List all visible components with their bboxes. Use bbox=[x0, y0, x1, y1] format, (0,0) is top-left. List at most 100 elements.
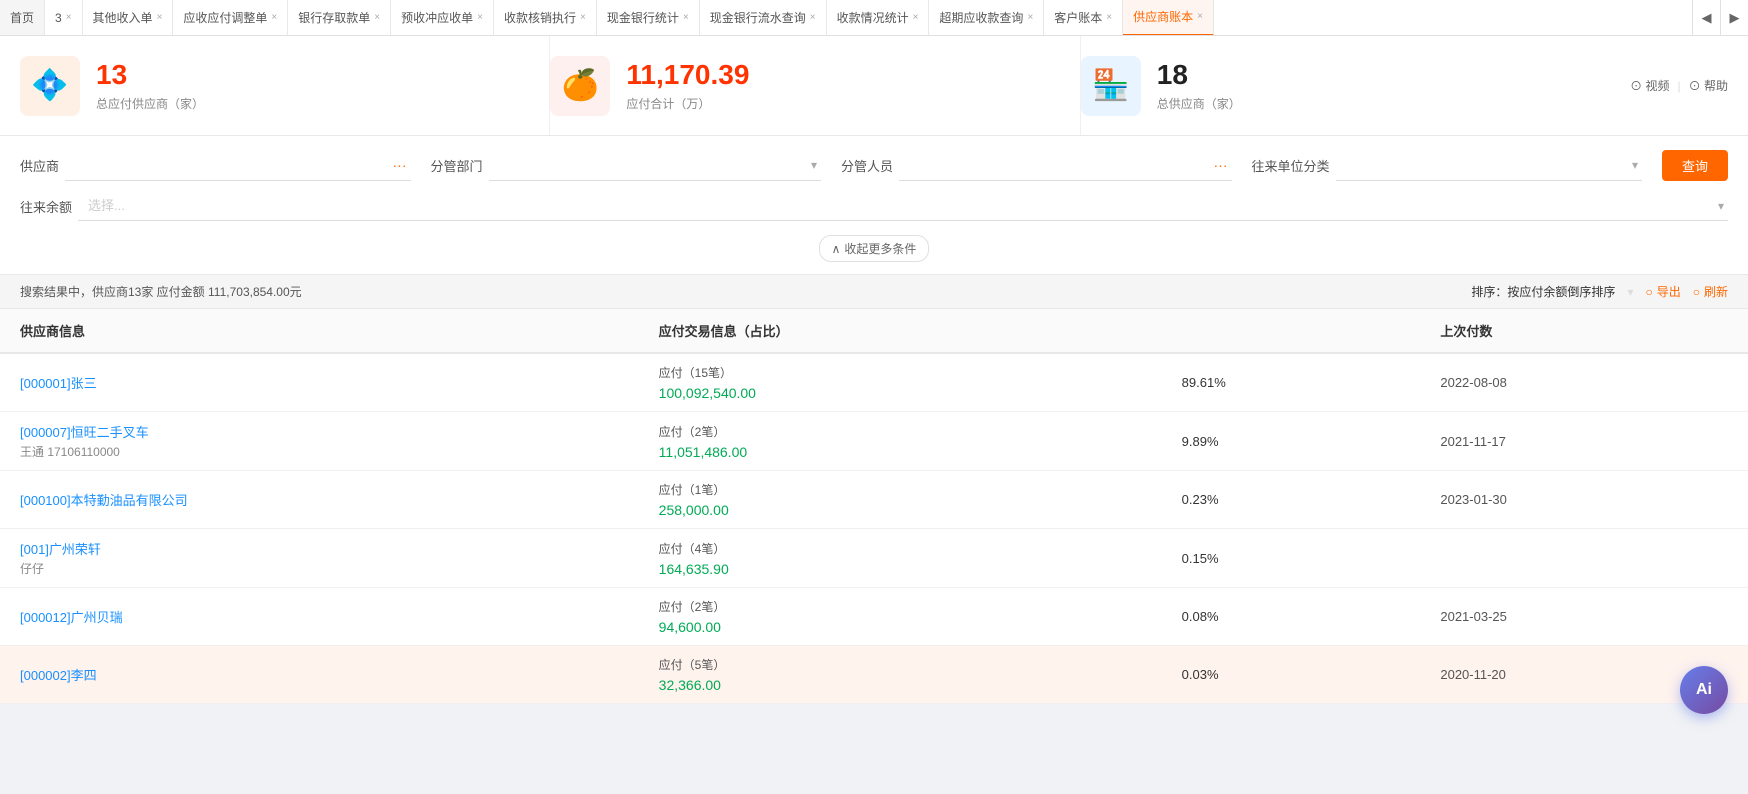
filter-row-2: 往来余额 ▾ bbox=[20, 191, 1728, 221]
result-bar: 搜索结果中，供应商13家 应付金额 111,703,854.00元 排序：按应付… bbox=[0, 275, 1748, 309]
balance-arrow-icon[interactable]: ▾ bbox=[1718, 199, 1724, 213]
balance-input[interactable] bbox=[82, 191, 1718, 221]
supplier-link-4[interactable]: [000012]广州贝瑞 bbox=[20, 610, 123, 625]
close-tab-other-income[interactable]: × bbox=[157, 12, 163, 23]
supplier-filter: 供应商 ··· bbox=[20, 151, 411, 181]
nav-tab-overdue-ar[interactable]: 超期应收款查询× bbox=[929, 0, 1044, 36]
amount-link-5[interactable]: 32,366.00 bbox=[659, 677, 1142, 693]
supplier-dots-btn[interactable]: ··· bbox=[393, 157, 407, 173]
summary-number-0: 13 bbox=[96, 59, 204, 91]
collapse-icon: ∧ bbox=[832, 242, 841, 256]
person-dots-btn[interactable]: ··· bbox=[1214, 157, 1228, 173]
supplier-label: 供应商 bbox=[20, 156, 59, 175]
nav-tab-home[interactable]: 首页 bbox=[0, 0, 45, 36]
tx-label-5: 应付（5笔） bbox=[659, 656, 1142, 673]
nav-tab-other-income[interactable]: 其他收入单× bbox=[83, 0, 174, 36]
amount-link-3[interactable]: 164,635.90 bbox=[659, 561, 1142, 577]
supplier-link-2[interactable]: [000100]本特勤油品有限公司 bbox=[20, 493, 188, 508]
nav-tab-cash-bank-stat[interactable]: 现金银行统计× bbox=[597, 0, 700, 36]
supplier-sub-3: 仔仔 bbox=[20, 560, 619, 577]
summary-label-0: 总应付供应商（家） bbox=[96, 95, 204, 112]
supplier-link-3[interactable]: [001]广州荣轩 bbox=[20, 542, 101, 557]
supplier-input-wrapper: ··· bbox=[65, 151, 410, 181]
table-body: [000001]张三应付（15笔）100,092,540.0089.61%202… bbox=[0, 353, 1748, 704]
close-tab-cash-bank-stat[interactable]: × bbox=[683, 12, 689, 23]
collapse-button[interactable]: ∧ 收起更多条件 bbox=[819, 235, 930, 262]
tx-label-1: 应付（2笔） bbox=[659, 423, 1142, 440]
amount-link-1[interactable]: 11,051,486.00 bbox=[659, 444, 1142, 460]
percentage-cell-1: 9.89% bbox=[1162, 412, 1421, 471]
last-payment-cell-2: 2023-01-30 bbox=[1420, 471, 1748, 529]
col-last-payment: 上次付数 bbox=[1420, 309, 1748, 353]
summary-item-1: 🍊11,170.39应付合计（万） bbox=[550, 36, 1080, 135]
tx-label-0: 应付（15笔） bbox=[659, 364, 1142, 381]
query-button[interactable]: 查询 bbox=[1662, 150, 1728, 181]
table-row: [000001]张三应付（15笔）100,092,540.0089.61%202… bbox=[0, 353, 1748, 412]
nav-tab-customer-ledger[interactable]: 客户账本× bbox=[1044, 0, 1123, 36]
supplier-link-0[interactable]: [000001]张三 bbox=[20, 376, 97, 391]
export-button[interactable]: ○ 导出 bbox=[1645, 283, 1680, 300]
close-tab-bank-deposit[interactable]: × bbox=[374, 12, 380, 23]
transaction-cell-2: 应付（1笔）258,000.00 bbox=[639, 471, 1162, 529]
nav-tab-pre-receive[interactable]: 预收冲应收单× bbox=[391, 0, 494, 36]
close-tab-overdue-ar[interactable]: × bbox=[1027, 12, 1033, 23]
supplier-cell-3: [001]广州荣轩仔仔 bbox=[0, 529, 639, 588]
refresh-icon: ○ bbox=[1693, 285, 1700, 299]
balance-input-wrapper: ▾ bbox=[78, 191, 1728, 221]
help-link[interactable]: ⊙ 帮助 bbox=[1689, 77, 1728, 94]
transaction-cell-1: 应付（2笔） 11,051,486.00 bbox=[639, 412, 1162, 471]
summary-icon-2: 🏪 bbox=[1081, 56, 1141, 116]
top-right-links: ⊙ 视频 | ⊙ 帮助 bbox=[1610, 36, 1728, 135]
close-tab-supplier-ledger[interactable]: × bbox=[1197, 11, 1203, 22]
amount-link-2[interactable]: 258,000.00 bbox=[659, 502, 1142, 518]
amount-link-0[interactable]: 100,092,540.00 bbox=[659, 385, 1142, 401]
dept-input[interactable] bbox=[493, 150, 811, 180]
close-tab-collection-verify[interactable]: × bbox=[580, 12, 586, 23]
close-tab-customer-ledger[interactable]: × bbox=[1106, 12, 1112, 23]
nav-tab-collection-verify[interactable]: 收款核销执行× bbox=[494, 0, 597, 36]
nav-tab-cash-bank-flow[interactable]: 现金银行流水查询× bbox=[700, 0, 827, 36]
close-tab-tab3[interactable]: × bbox=[66, 12, 72, 23]
close-tab-pre-receive[interactable]: × bbox=[477, 12, 483, 23]
nav-tab-tab3[interactable]: 3× bbox=[45, 0, 83, 36]
close-tab-ar-ap-adjust[interactable]: × bbox=[271, 12, 277, 23]
person-input[interactable] bbox=[903, 150, 1213, 180]
close-tab-collection-stat[interactable]: × bbox=[913, 12, 919, 23]
amount-link-4[interactable]: 94,600.00 bbox=[659, 619, 1142, 635]
percentage-cell-3: 0.15% bbox=[1162, 529, 1421, 588]
summary-bar: 💠13总应付供应商（家）🍊11,170.39应付合计（万）🏪18总供应商（家） … bbox=[0, 36, 1748, 136]
nav-tab-ar-ap-adjust[interactable]: 应收应付调整单× bbox=[173, 0, 288, 36]
balance-filter: 往来余额 ▾ bbox=[20, 191, 1728, 221]
dept-arrow-icon[interactable]: ▾ bbox=[811, 158, 817, 172]
dept-input-wrapper: ▾ bbox=[489, 151, 821, 181]
category-arrow-icon[interactable]: ▾ bbox=[1632, 158, 1638, 172]
video-link[interactable]: ⊙ 视频 bbox=[1630, 77, 1669, 94]
supplier-input[interactable] bbox=[69, 150, 392, 180]
nav-prev-arrow[interactable]: ◀ bbox=[1692, 0, 1720, 36]
export-icon: ○ bbox=[1645, 285, 1652, 299]
result-actions: 排序：按应付余额倒序排序 ▾ ○ 导出 ○ 刷新 bbox=[1471, 283, 1728, 300]
nav-tab-supplier-ledger[interactable]: 供应商账本× bbox=[1123, 0, 1214, 36]
col-transaction-info: 应付交易信息（占比） bbox=[639, 309, 1162, 353]
nav-tab-bank-deposit[interactable]: 银行存取款单× bbox=[288, 0, 391, 36]
col-percentage bbox=[1162, 309, 1421, 353]
nav-next-arrow[interactable]: ▶ bbox=[1720, 0, 1748, 36]
result-info: 搜索结果中，供应商13家 应付金额 111,703,854.00元 bbox=[20, 283, 302, 300]
sort-select[interactable]: 排序：按应付余额倒序排序 bbox=[1471, 283, 1615, 300]
close-tab-cash-bank-flow[interactable]: × bbox=[810, 12, 816, 23]
summary-label-1: 应付合计（万） bbox=[626, 95, 749, 112]
summary-number-1: 11,170.39 bbox=[626, 59, 749, 91]
ai-badge[interactable]: Ai bbox=[1680, 666, 1728, 714]
table-row: [001]广州荣轩仔仔应付（4笔）164,635.900.15% bbox=[0, 529, 1748, 588]
filter-row-1: 供应商 ··· 分管部门 ▾ 分管人员 ··· 往来单位分类 ▾ bbox=[20, 150, 1728, 181]
supplier-link-5[interactable]: [000002]李四 bbox=[20, 668, 97, 683]
category-input[interactable] bbox=[1340, 150, 1632, 180]
transaction-cell-4: 应付（2笔）94,600.00 bbox=[639, 588, 1162, 646]
nav-tab-collection-stat[interactable]: 收款情况统计× bbox=[827, 0, 930, 36]
supplier-sub-1: 王通 17106110000 bbox=[20, 443, 619, 460]
refresh-button[interactable]: ○ 刷新 bbox=[1693, 283, 1728, 300]
percentage-cell-4: 0.08% bbox=[1162, 588, 1421, 646]
supplier-link-1[interactable]: [000007]恒旺二手叉车 bbox=[20, 425, 149, 440]
person-filter: 分管人员 ··· bbox=[841, 151, 1232, 181]
category-input-wrapper: ▾ bbox=[1336, 151, 1642, 181]
